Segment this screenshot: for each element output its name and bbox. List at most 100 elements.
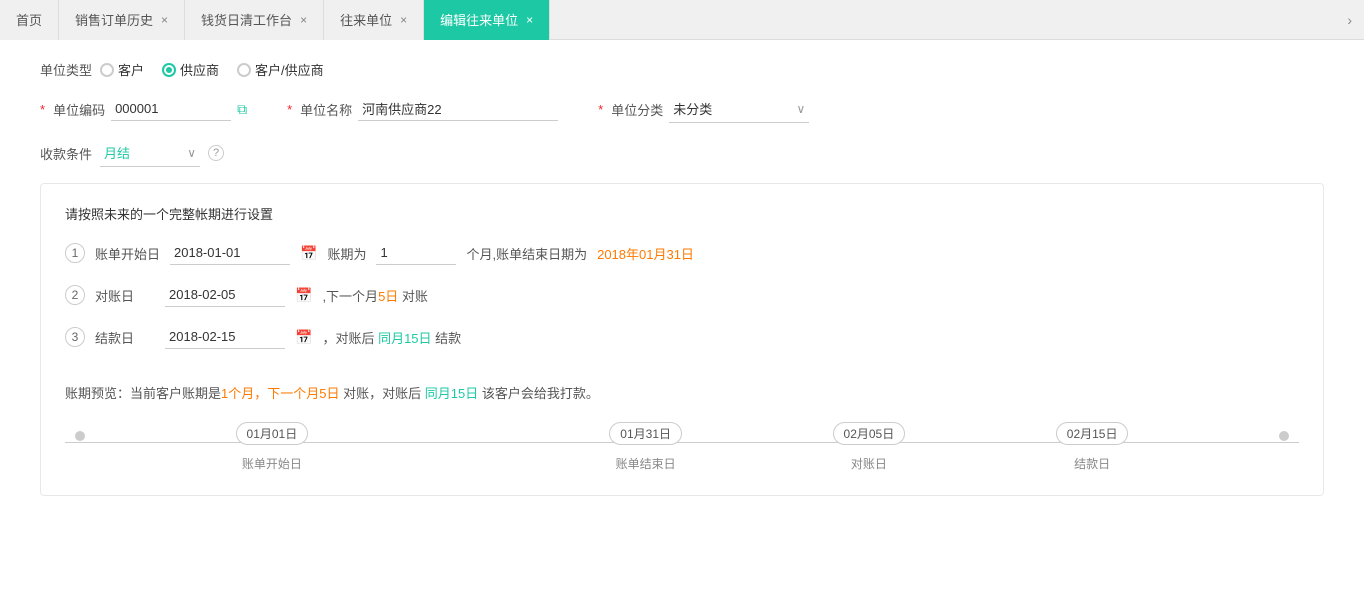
timeline-left-dot — [75, 431, 85, 441]
help-icon[interactable]: ? — [208, 145, 224, 161]
unit-name-input[interactable] — [358, 97, 558, 121]
timeline-right-end — [1279, 422, 1289, 475]
unit-type-radio-group: 客户 供应商 客户/供应商 — [100, 60, 324, 79]
step-1-row: 1 账单开始日 📅 账期为 个月,账单结束日期为 2018年01月31日 — [65, 241, 1299, 265]
tab-cash-work[interactable]: 钱货日清工作台 × — [185, 0, 324, 40]
timeline-node-4: 02月15日 结款日 — [1056, 422, 1129, 472]
step-2-row: 2 对账日 📅 ,下一个月5日 对账 — [65, 283, 1299, 307]
timeline-nodes: 01月01日 账单开始日 01月31日 账单结束日 02月05日 对账日 — [75, 422, 1289, 475]
radio-customer-circle — [100, 63, 114, 77]
step-1-calendar-icon[interactable]: 📅 — [300, 245, 317, 262]
payment-settings-box: 请按照未来的一个完整帐期进行设置 1 账单开始日 📅 账期为 个月,账单结束日期… — [40, 183, 1324, 496]
tab-home-label: 首页 — [16, 10, 42, 29]
radio-customer[interactable]: 客户 — [100, 60, 144, 79]
unit-name-star: * — [287, 102, 292, 117]
radio-supplier-circle — [162, 63, 176, 77]
preview-section: 账期预览：当前客户账期是1个月，下一个月5日 对账，对账后 同月15日 该客户会… — [65, 367, 1299, 475]
page-content: 单位类型 客户 供应商 客户/供应商 * 单位编码 ⧉ * 单位名称 — [0, 40, 1364, 608]
step-1-date-input[interactable] — [170, 241, 290, 265]
unit-class-star: * — [598, 102, 603, 117]
copy-icon[interactable]: ⧉ — [237, 101, 247, 118]
tab-partners[interactable]: 往来单位 × — [324, 0, 424, 40]
tab-partners-close[interactable]: × — [400, 13, 407, 27]
step-2-desc: ,下一个月5日 对账 — [322, 286, 427, 305]
step-2-num: 2 — [65, 285, 85, 305]
timeline-container: 01月01日 账单开始日 01月31日 账单结束日 02月05日 对账日 — [65, 422, 1299, 475]
preview-pay: 同月15日 — [425, 386, 478, 401]
timeline-node-4-sublabel: 结款日 — [1074, 455, 1110, 472]
timeline-node-1-sublabel: 账单开始日 — [242, 455, 302, 472]
tab-partners-label: 往来单位 — [340, 10, 392, 29]
step-1-label: 账单开始日 — [95, 244, 160, 263]
timeline-node-3: 02月05日 对账日 — [833, 422, 906, 472]
tabs-scroll-right[interactable]: › — [1335, 12, 1364, 28]
payment-cond-value: 月结 — [104, 143, 130, 162]
tab-cash-work-label: 钱货日清工作台 — [201, 10, 292, 29]
tabs-bar: 首页 销售订单历史 × 钱货日清工作台 × 往来单位 × 编辑往来单位 × › — [0, 0, 1364, 40]
tab-sales-history-label: 销售订单历史 — [75, 10, 153, 29]
step-3-calendar-icon[interactable]: 📅 — [295, 329, 312, 346]
unit-type-label: 单位类型 — [40, 60, 92, 79]
timeline-node-2: 01月31日 账单结束日 — [609, 422, 682, 472]
radio-supplier-label: 供应商 — [180, 60, 219, 79]
unit-info-row: * 单位编码 ⧉ * 单位名称 * 单位分类 未分类 ∨ — [40, 95, 1324, 123]
radio-both-label: 客户/供应商 — [255, 60, 324, 79]
timeline-node-1: 01月01日 账单开始日 — [236, 422, 309, 472]
timeline-node-2-badge: 01月31日 — [609, 422, 682, 445]
unit-code-star: * — [40, 102, 45, 117]
step-3-desc: ，对账后 同月15日 结款 — [322, 328, 461, 347]
tab-sales-history[interactable]: 销售订单历史 × — [59, 0, 185, 40]
tab-sales-history-close[interactable]: × — [161, 13, 168, 27]
radio-supplier[interactable]: 供应商 — [162, 60, 219, 79]
tab-cash-work-close[interactable]: × — [300, 13, 307, 27]
tab-edit-partner[interactable]: 编辑往来单位 × — [424, 0, 550, 40]
unit-code-label: 单位编码 — [53, 100, 105, 119]
radio-both[interactable]: 客户/供应商 — [237, 60, 324, 79]
unit-type-row: 单位类型 客户 供应商 客户/供应商 — [40, 60, 1324, 79]
unit-class-label: 单位分类 — [611, 100, 663, 119]
preview-reconcile: 下一个月5日 — [267, 386, 339, 401]
payment-cond-row: 收款条件 月结 ∨ ? — [40, 139, 1324, 167]
timeline-node-3-badge: 02月05日 — [833, 422, 906, 445]
payment-box-title: 请按照未来的一个完整帐期进行设置 — [65, 204, 1299, 223]
tab-home[interactable]: 首页 — [0, 0, 59, 40]
unit-class-select[interactable]: 未分类 ∨ — [669, 95, 809, 123]
step-1-num: 1 — [65, 243, 85, 263]
payment-cond-chevron-icon: ∨ — [187, 146, 196, 160]
radio-customer-label: 客户 — [118, 60, 144, 79]
unit-class-value: 未分类 — [673, 99, 712, 118]
timeline-right-dot — [1279, 431, 1289, 441]
step-1-desc-prefix: 账期为 — [327, 244, 366, 263]
timeline-node-4-badge: 02月15日 — [1056, 422, 1129, 445]
unit-code-group: * 单位编码 ⧉ — [40, 97, 247, 121]
payment-cond-select[interactable]: 月结 ∨ — [100, 139, 200, 167]
unit-name-group: * 单位名称 — [287, 97, 558, 121]
step-3-date-input[interactable] — [165, 325, 285, 349]
step-2-date-input[interactable] — [165, 283, 285, 307]
step-3-label: 结款日 — [95, 328, 155, 347]
preview-reconcile-suffix: 对账，对账后 — [339, 386, 421, 401]
step-2-label: 对账日 — [95, 286, 155, 305]
preview-label: 账期预览：当前客户账期是 — [65, 386, 221, 401]
timeline-node-2-sublabel: 账单结束日 — [616, 455, 676, 472]
unit-name-label: 单位名称 — [300, 100, 352, 119]
unit-class-group: * 单位分类 未分类 ∨ — [598, 95, 809, 123]
step-1-period-input[interactable] — [376, 241, 456, 265]
tab-edit-partner-label: 编辑往来单位 — [440, 10, 518, 29]
timeline-node-3-sublabel: 对账日 — [851, 455, 887, 472]
timeline-left-end — [75, 422, 85, 475]
step-1-highlight-date: 2018年01月31日 — [597, 244, 694, 263]
radio-both-circle — [237, 63, 251, 77]
step-2-calendar-icon[interactable]: 📅 — [295, 287, 312, 304]
step-1-desc-suffix: 个月,账单结束日期为 — [466, 244, 587, 263]
payment-cond-label: 收款条件 — [40, 144, 92, 163]
step-3-row: 3 结款日 📅 ，对账后 同月15日 结款 — [65, 325, 1299, 349]
tab-edit-partner-close[interactable]: × — [526, 13, 533, 27]
unit-class-chevron-icon: ∨ — [796, 102, 805, 116]
preview-pay-suffix: 该客户会给我打款。 — [478, 386, 599, 401]
timeline-node-1-badge: 01月01日 — [236, 422, 309, 445]
preview-text: 账期预览：当前客户账期是1个月，下一个月5日 对账，对账后 同月15日 该客户会… — [65, 383, 1299, 402]
preview-period: 1个月， — [221, 386, 267, 401]
unit-code-input[interactable] — [111, 97, 231, 121]
step-3-num: 3 — [65, 327, 85, 347]
